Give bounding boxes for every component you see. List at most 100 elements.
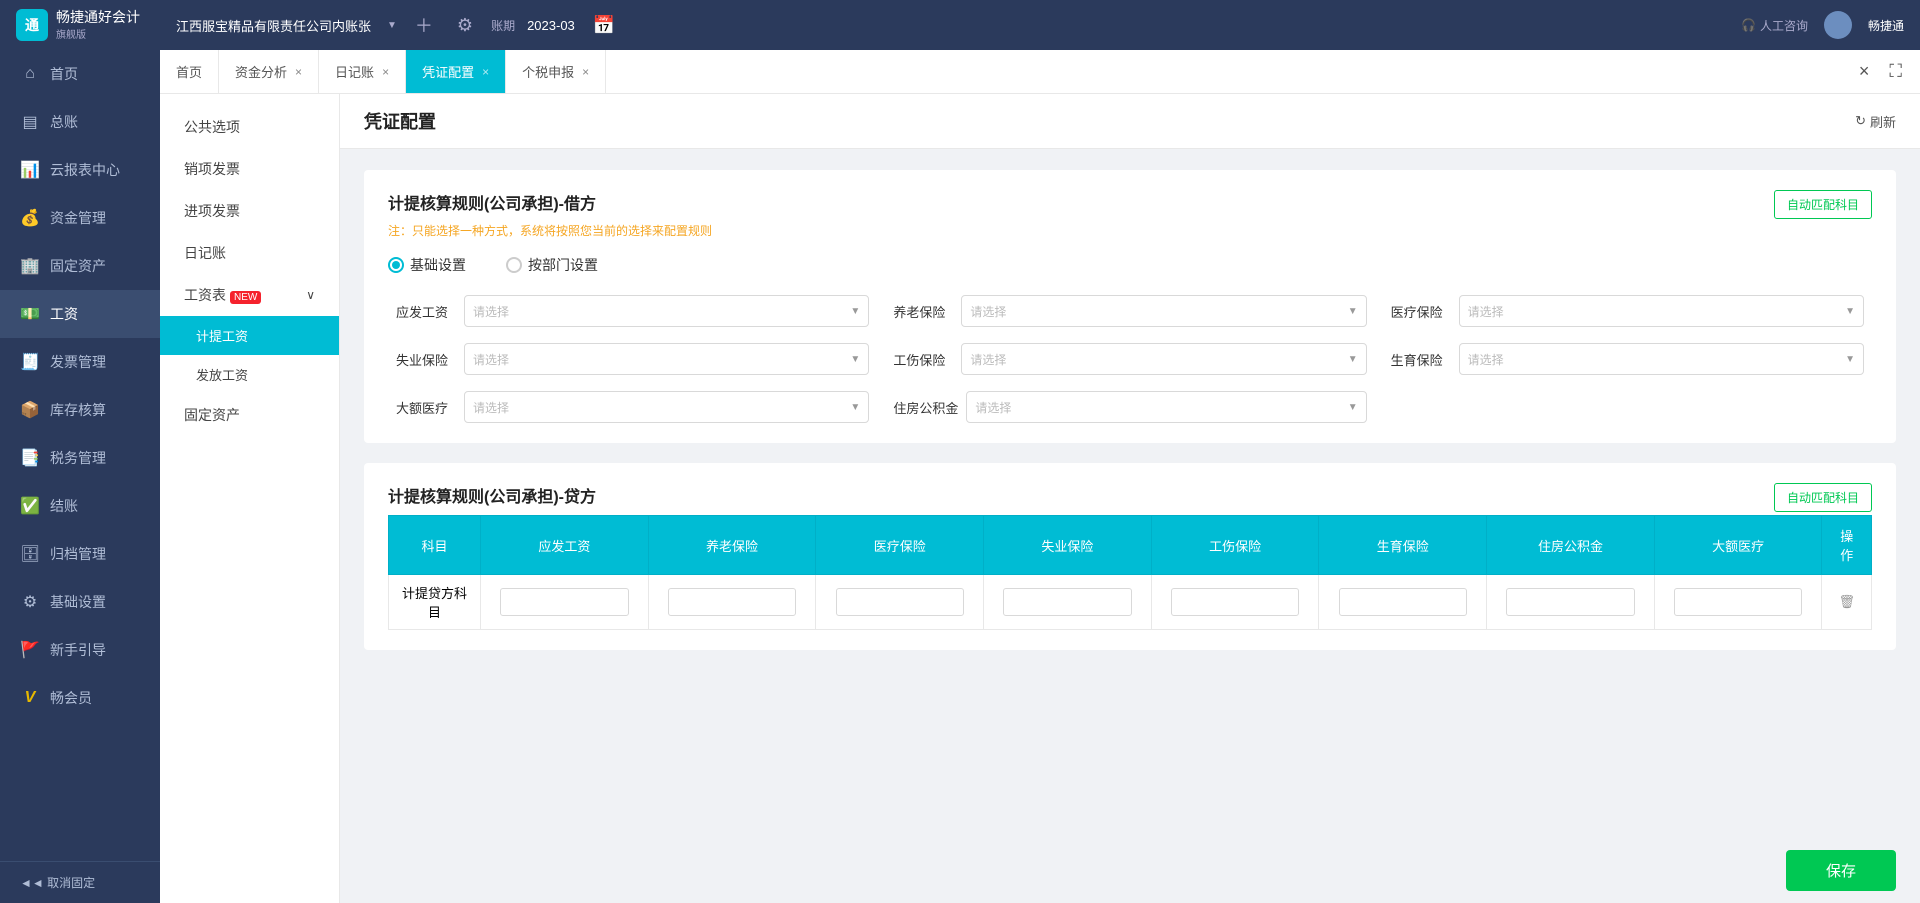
table-header-row: 科目 应发工资 养老保险 医疗保险 失业保险 工伤保险 生育保险 住房公积金 大… xyxy=(389,516,1872,575)
debit-section: 自动匹配科目 计提核算规则(公司承担)-借方 注：只能选择一种方式，系统将按照您… xyxy=(364,170,1896,443)
chevron-down-icon-8: ▼ xyxy=(1348,402,1358,413)
left-nav-public[interactable]: 公共选项 xyxy=(160,106,339,148)
company-name[interactable]: 江西服宝精品有限责任公司内账张 xyxy=(176,16,371,35)
select-work-injury[interactable]: 请选择 ▼ xyxy=(961,343,1366,375)
tab-funds[interactable]: 资金分析 × xyxy=(219,50,319,93)
cell-maternity xyxy=(1319,575,1487,630)
tab-journal[interactable]: 日记账 × xyxy=(319,50,406,93)
left-nav-fixed-assets[interactable]: 固定资产 xyxy=(160,394,339,436)
sidebar-item-home[interactable]: ⌂ 首页 xyxy=(0,50,160,98)
sidebar-item-salary[interactable]: 💵 工资 xyxy=(0,290,160,338)
sidebar-item-tax[interactable]: 📑 税务管理 xyxy=(0,434,160,482)
input-unemployment[interactable] xyxy=(1003,588,1131,616)
col-work-injury: 工伤保险 xyxy=(1151,516,1319,575)
tab-tax[interactable]: 个税申报 × xyxy=(506,50,606,93)
sidebar-item-assets[interactable]: 🏢 固定资产 xyxy=(0,242,160,290)
col-subject: 科目 xyxy=(389,516,481,575)
col-unemployment: 失业保险 xyxy=(984,516,1152,575)
col-pension: 养老保险 xyxy=(648,516,816,575)
credit-table: 科目 应发工资 养老保险 医疗保险 失业保险 工伤保险 生育保险 住房公积金 大… xyxy=(388,515,1872,630)
tab-expand-btn[interactable]: ⛶ xyxy=(1883,57,1908,86)
radio-basic[interactable]: 基础设置 xyxy=(388,255,466,275)
col-apply-salary: 应发工资 xyxy=(480,516,648,575)
input-apply-salary[interactable] xyxy=(500,588,628,616)
sidebar-label-member: 畅会员 xyxy=(50,688,92,708)
tab-tax-label: 个税申报 xyxy=(522,62,574,81)
select-unemployment[interactable]: 请选择 ▼ xyxy=(464,343,869,375)
chevron-down-icon-1: ▼ xyxy=(850,306,860,317)
refresh-btn[interactable]: ↻ 刷新 xyxy=(1855,112,1896,131)
credit-section-title: 计提核算规则(公司承担)-贷方 xyxy=(388,483,1872,507)
add-company-btn[interactable]: ＋ xyxy=(409,8,439,42)
select-maternity[interactable]: 请选择 ▼ xyxy=(1459,343,1864,375)
sidebar-item-funds[interactable]: 💰 资金管理 xyxy=(0,194,160,242)
sidebar-item-archive[interactable]: 🗄 归档管理 xyxy=(0,530,160,578)
col-medical: 医疗保险 xyxy=(816,516,984,575)
tab-funds-label: 资金分析 xyxy=(235,62,287,81)
left-nav-purchase[interactable]: 进项发票 xyxy=(160,190,339,232)
cell-housing-fund xyxy=(1487,575,1655,630)
delete-icon[interactable]: 🗑 xyxy=(1838,594,1855,609)
left-nav-sales[interactable]: 销项发票 xyxy=(160,148,339,190)
field-housing-fund: 住房公积金 请选择 ▼ xyxy=(893,391,1366,423)
debit-form-grid: 应发工资 请选择 ▼ 养老保险 请选择 ▼ xyxy=(388,295,1872,423)
left-nav-journal[interactable]: 日记账 xyxy=(160,232,339,274)
select-housing-fund[interactable]: 请选择 ▼ xyxy=(966,391,1366,423)
tab-funds-close[interactable]: × xyxy=(295,65,302,79)
sidebar-item-inventory[interactable]: 📦 库存核算 xyxy=(0,386,160,434)
company-dropdown-arrow[interactable]: ▼ xyxy=(387,20,397,31)
debit-auto-match-btn[interactable]: 自动匹配科目 xyxy=(1774,190,1872,219)
cancel-fixed-btn[interactable]: ◄◄ 取消固定 xyxy=(0,861,160,903)
sidebar-item-settings[interactable]: ⚙ 基础设置 xyxy=(0,578,160,626)
service-btn[interactable]: 🎧 人工咨询 xyxy=(1741,17,1808,34)
field-maternity: 生育保险 请选择 ▼ xyxy=(1391,343,1864,375)
tab-voucher-close[interactable]: × xyxy=(482,65,489,79)
top-bar-center: 江西服宝精品有限责任公司内账张 ▼ ＋ ⚙ 账期 2023-03 📅 xyxy=(176,8,1741,42)
select-medical[interactable]: 请选择 ▼ xyxy=(1459,295,1864,327)
left-nav-pay-salary[interactable]: 发放工资 xyxy=(160,355,339,394)
left-nav-calc-salary[interactable]: 计提工资 xyxy=(160,316,339,355)
chevron-down-icon-7: ▼ xyxy=(850,402,860,413)
chevron-down-icon-2: ▼ xyxy=(1348,306,1358,317)
cell-pension xyxy=(648,575,816,630)
input-pension[interactable] xyxy=(668,588,796,616)
col-maternity: 生育保险 xyxy=(1319,516,1487,575)
input-maternity[interactable] xyxy=(1339,588,1467,616)
tab-journal-close[interactable]: × xyxy=(382,65,389,79)
calendar-icon[interactable]: 📅 xyxy=(587,11,621,40)
select-pension-placeholder: 请选择 xyxy=(970,303,1006,320)
input-medical[interactable] xyxy=(836,588,964,616)
sidebar-item-invoice[interactable]: 🧾 发票管理 xyxy=(0,338,160,386)
period-value: 2023-03 xyxy=(527,18,575,33)
sidebar-item-guide[interactable]: 🚩 新手引导 xyxy=(0,626,160,674)
salary-icon: 💵 xyxy=(20,304,40,324)
select-medical-placeholder: 请选择 xyxy=(1468,303,1504,320)
input-housing-fund[interactable] xyxy=(1506,588,1634,616)
sidebar-item-ledger[interactable]: ▤ 总账 xyxy=(0,98,160,146)
tab-voucher[interactable]: 凭证配置 × xyxy=(406,50,506,93)
radio-dept[interactable]: 按部门设置 xyxy=(506,255,598,275)
tab-close-all-btn[interactable]: × xyxy=(1853,57,1876,86)
left-nav-salary-table[interactable]: 工资表NEW ∨ xyxy=(160,274,339,316)
select-large-medical[interactable]: 请选择 ▼ xyxy=(464,391,869,423)
select-pension[interactable]: 请选择 ▼ xyxy=(961,295,1366,327)
input-large-medical[interactable] xyxy=(1674,588,1802,616)
credit-auto-match-btn[interactable]: 自动匹配科目 xyxy=(1774,483,1872,512)
sidebar: ⌂ 首页 ▤ 总账 📊 云报表中心 💰 资金管理 🏢 固定资产 💵 工资 🧾 发… xyxy=(0,50,160,903)
radio-dept-circle xyxy=(506,257,522,273)
sidebar-item-reports[interactable]: 📊 云报表中心 xyxy=(0,146,160,194)
tab-tax-close[interactable]: × xyxy=(582,65,589,79)
tab-home[interactable]: 首页 xyxy=(160,50,219,93)
settings-btn[interactable]: ⚙ xyxy=(451,11,479,40)
field-unemployment: 失业保险 请选择 ▼ xyxy=(396,343,869,375)
select-apply-salary[interactable]: 请选择 ▼ xyxy=(464,295,869,327)
sidebar-item-member[interactable]: V 畅会员 xyxy=(0,674,160,722)
sidebar-item-settle[interactable]: ✅ 结账 xyxy=(0,482,160,530)
sidebar-label-tax: 税务管理 xyxy=(50,448,106,468)
main-layout: ⌂ 首页 ▤ 总账 📊 云报表中心 💰 资金管理 🏢 固定资产 💵 工资 🧾 发… xyxy=(0,50,1920,903)
credit-section: 自动匹配科目 计提核算规则(公司承担)-贷方 科目 应发工资 养老保险 医疗保险… xyxy=(364,463,1896,650)
input-work-injury[interactable] xyxy=(1171,588,1299,616)
debit-section-title: 计提核算规则(公司承担)-借方 xyxy=(388,190,1872,214)
save-btn[interactable]: 保存 xyxy=(1786,850,1896,891)
chevron-down-icon-4: ▼ xyxy=(850,354,860,365)
